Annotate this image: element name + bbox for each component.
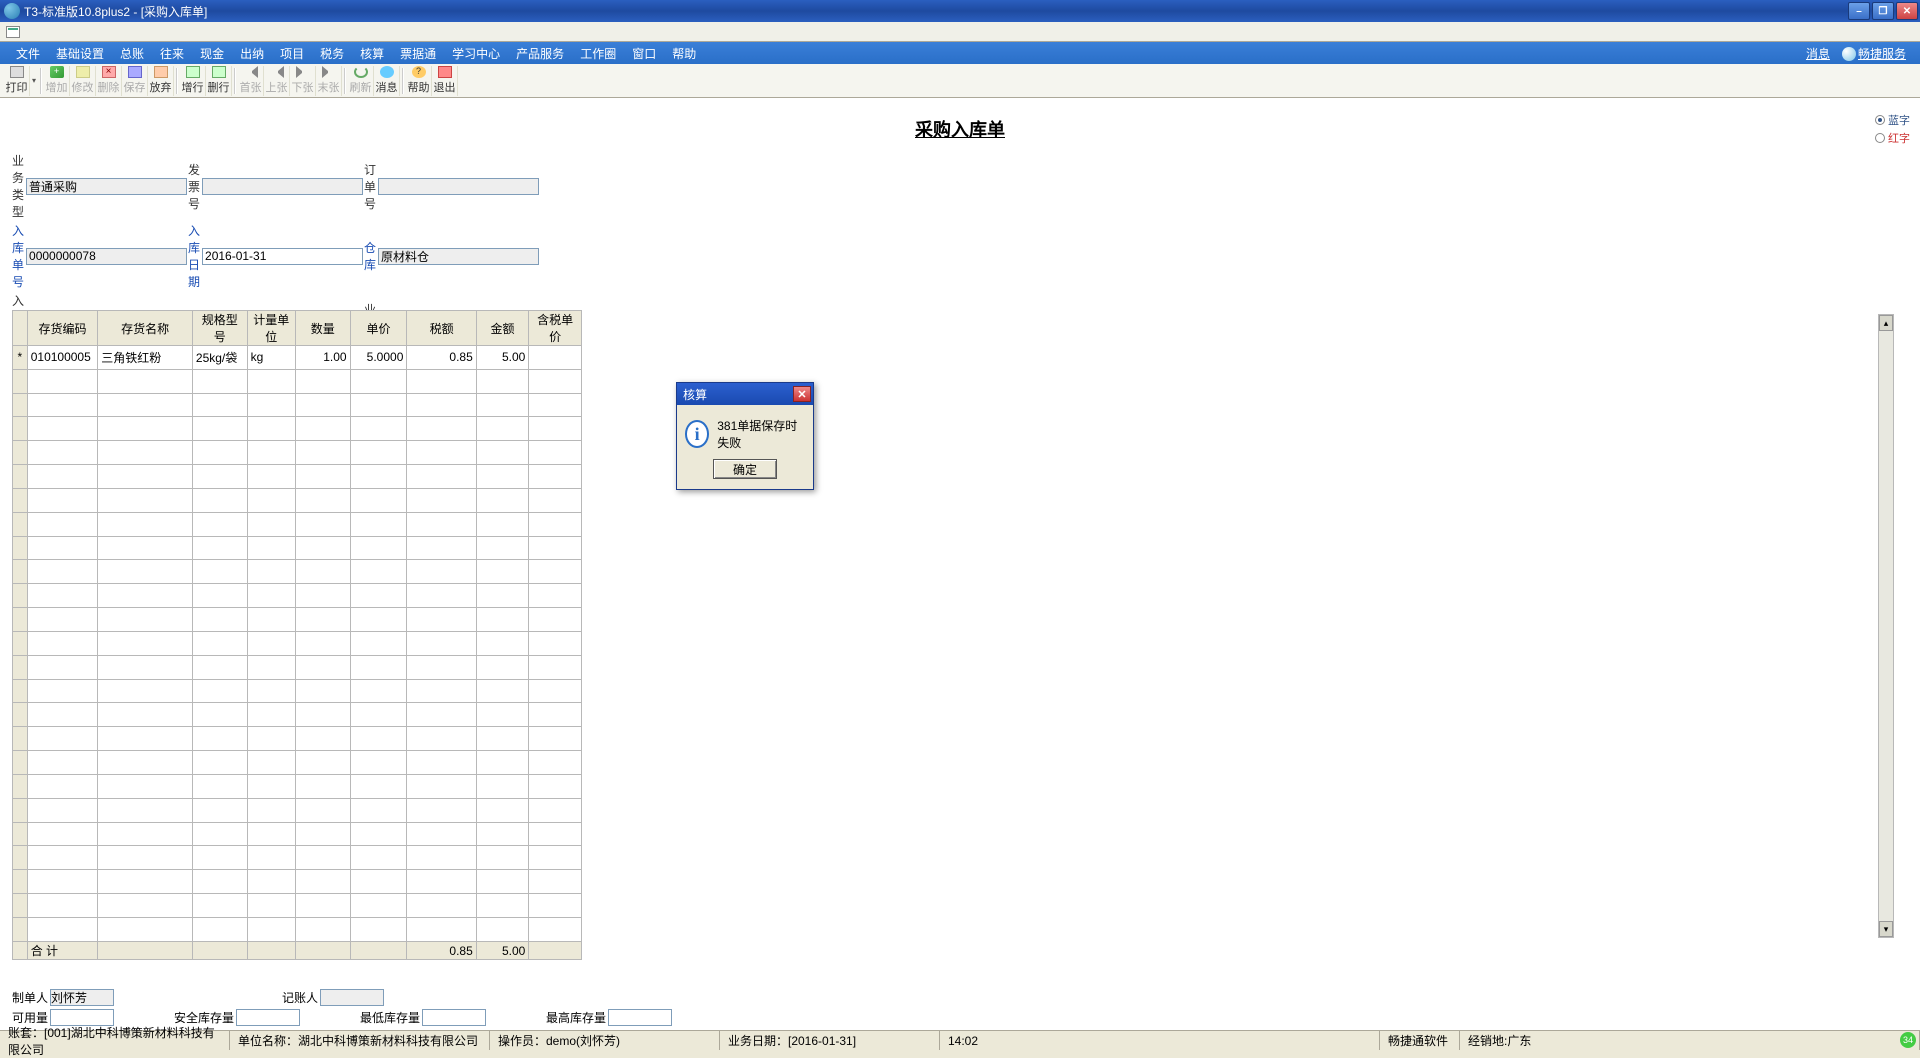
error-dialog: 核算 ✕ i 381单据保存时失败 确定	[676, 382, 814, 490]
dialog-mask: 核算 ✕ i 381单据保存时失败 确定	[0, 0, 1920, 1050]
dialog-titlebar: 核算 ✕	[677, 383, 813, 405]
dialog-ok-button[interactable]: 确定	[713, 459, 777, 479]
info-icon: i	[685, 420, 709, 448]
dialog-close-button[interactable]: ✕	[793, 386, 811, 402]
dialog-message: 381单据保存时失败	[717, 417, 805, 451]
dialog-title: 核算	[683, 386, 707, 403]
